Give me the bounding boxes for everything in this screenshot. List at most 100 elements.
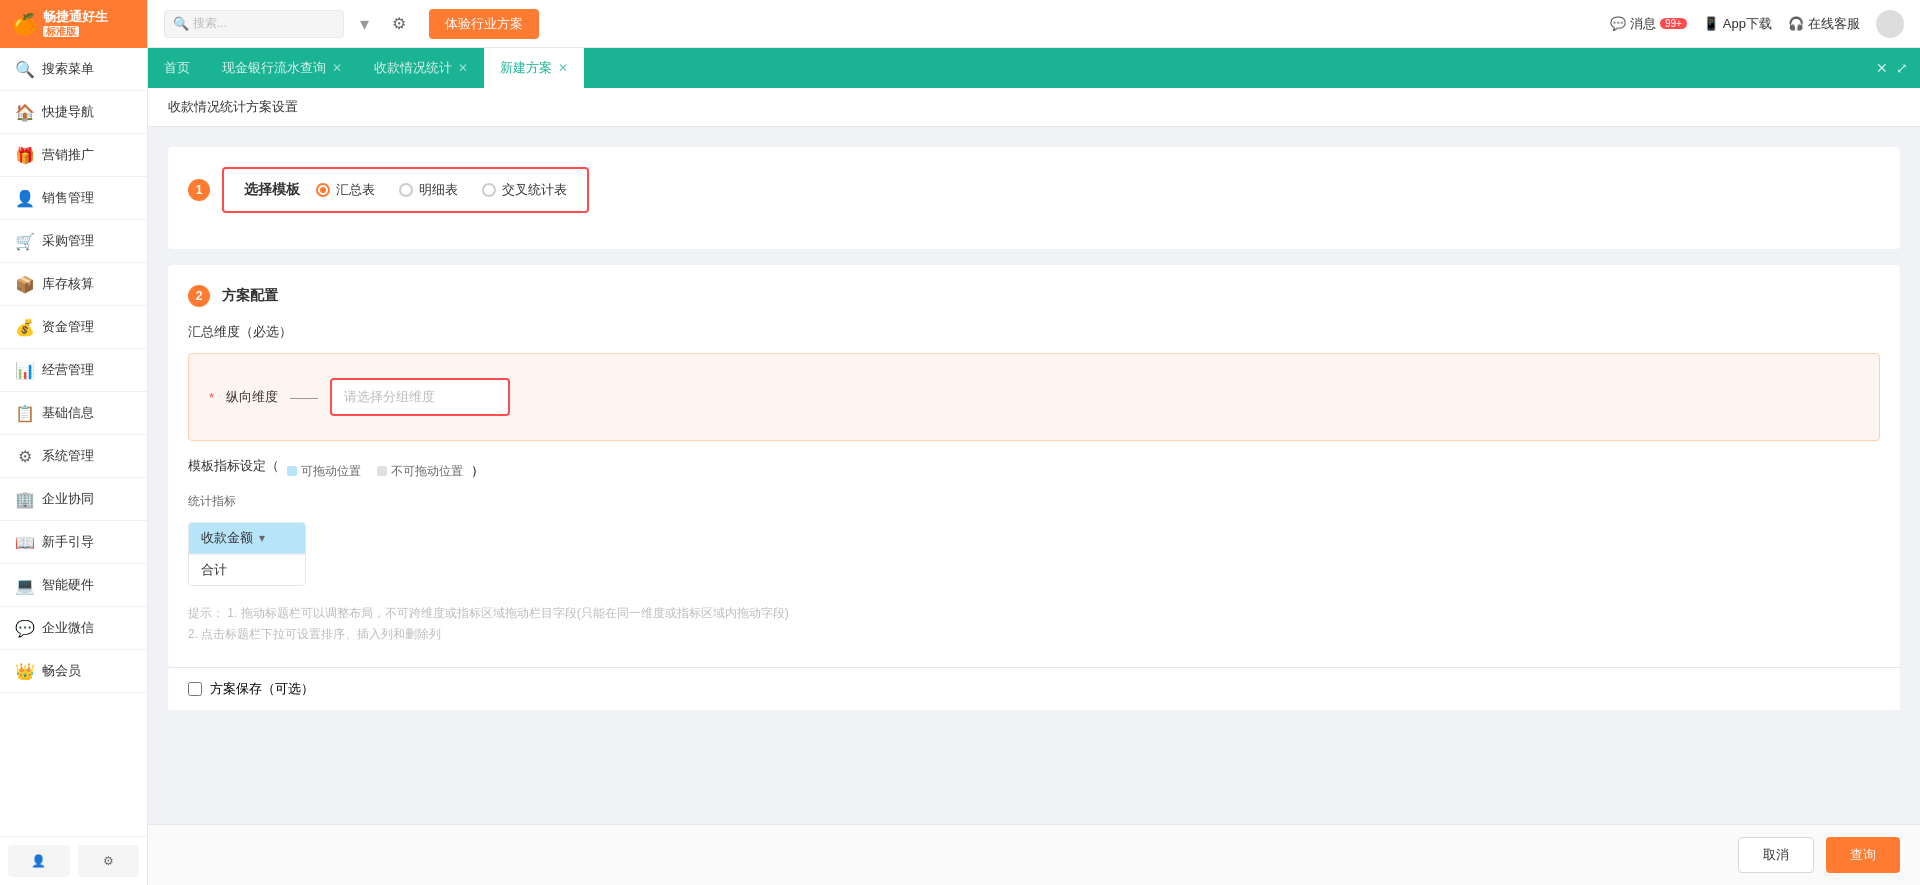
tabbar: 首页 现金银行流水查询 ✕ 收款情况统计 ✕ 新建方案 ✕ ✕ ⤢ xyxy=(148,48,1920,88)
page-body: 1 选择模板 汇总表 明细表 xyxy=(148,127,1920,824)
logo-badge: 标准版 xyxy=(43,26,79,37)
chat-icon: 💬 xyxy=(16,619,34,637)
radio-detail[interactable]: 明细表 xyxy=(399,181,458,199)
sidebar-item-inventory[interactable]: 📦 库存核算 xyxy=(0,263,147,306)
sidebar-bottom-btn1[interactable]: 👤 xyxy=(8,845,70,877)
sidebar-item-system[interactable]: ⚙ 系统管理 xyxy=(0,435,147,478)
book-icon: 📖 xyxy=(16,533,34,551)
sidebar-item-label: 快捷导航 xyxy=(42,103,94,121)
topbar-search[interactable]: 🔍 搜索... xyxy=(164,10,344,38)
sidebar-item-sales[interactable]: 👤 销售管理 xyxy=(0,177,147,220)
money-icon: 💰 xyxy=(16,318,34,336)
step2-badge: 2 xyxy=(188,285,210,307)
sidebar-item-label: 企业协同 xyxy=(42,490,94,508)
topbar-dropdown-icon[interactable]: ▾ xyxy=(360,13,369,35)
page-title: 收款情况统计方案设置 xyxy=(168,99,298,114)
tab-receipts-label: 收款情况统计 xyxy=(374,59,452,77)
tab-home[interactable]: 首页 xyxy=(148,48,206,88)
sidebar-item-corp[interactable]: 🏢 企业协同 xyxy=(0,478,147,521)
sidebar-item-wechat[interactable]: 💬 企业微信 xyxy=(0,607,147,650)
sidebar-item-label: 系统管理 xyxy=(42,447,94,465)
sidebar-item-quicknav[interactable]: 🏠 快捷导航 xyxy=(0,91,147,134)
sidebar-bottom-btn2[interactable]: ⚙ xyxy=(78,845,140,877)
tab-close-all-icon[interactable]: ✕ xyxy=(1876,60,1888,76)
list-icon: 📋 xyxy=(16,404,34,422)
radio-detail-label: 明细表 xyxy=(419,181,458,199)
tab-cashflow[interactable]: 现金银行流水查询 ✕ xyxy=(206,48,358,88)
metrics-title-suffix: ） xyxy=(471,462,484,480)
arrow-icon: —— xyxy=(290,389,318,405)
tab-new-plan[interactable]: 新建方案 ✕ xyxy=(484,48,584,88)
sidebar-item-search[interactable]: 🔍 搜索菜单 xyxy=(0,48,147,91)
search-icon: 🔍 xyxy=(16,60,34,78)
metrics-table-container: 统计指标 收款金额 ▾ 合计 xyxy=(188,493,1880,589)
step1-label: 选择模板 xyxy=(244,181,300,199)
step1-card: 1 选择模板 汇总表 明细表 xyxy=(168,147,1900,249)
save-checkbox[interactable] xyxy=(188,682,202,696)
tip2: 2. 点击标题栏下拉可设置排序、插入列和删除列 xyxy=(188,626,1880,643)
legend-gray-dot xyxy=(377,466,387,476)
step1-badge: 1 xyxy=(188,179,210,201)
cancel-button[interactable]: 取消 xyxy=(1738,837,1814,873)
main-area: 🔍 搜索... ▾ ⚙ 体验行业方案 💬 消息 99+ 📱 App下载 🎧 在线… xyxy=(148,0,1920,885)
stats-label: 统计指标 xyxy=(188,493,306,510)
sidebar-item-label: 畅会员 xyxy=(42,662,81,680)
config-area: * 纵向维度 —— 请选择分组维度 xyxy=(188,353,1880,441)
logo-text: 畅捷通好生 xyxy=(43,9,108,25)
logo-sub: 标准版 xyxy=(43,25,108,39)
service-item[interactable]: 🎧 在线客服 xyxy=(1788,15,1860,33)
sidebar-item-member[interactable]: 👑 畅会员 xyxy=(0,650,147,693)
tips-section: 提示： 1. 拖动标题栏可以调整布局，不可跨维度或指标区域拖动栏目字段(只能在同… xyxy=(188,605,1880,643)
sidebar-item-marketing[interactable]: 🎁 营销推广 xyxy=(0,134,147,177)
sidebar-item-operations[interactable]: 📊 经营管理 xyxy=(0,349,147,392)
topbar-right: 💬 消息 99+ 📱 App下载 🎧 在线客服 xyxy=(1610,10,1904,38)
metrics-legend: 可拖动位置 不可拖动位置 xyxy=(287,463,463,480)
topbar-settings-icon[interactable]: ⚙ xyxy=(385,10,413,38)
sidebar-item-label: 搜索菜单 xyxy=(42,60,94,78)
template-radio-group: 汇总表 明细表 交叉统计表 xyxy=(316,181,567,199)
dim-select-box[interactable]: 请选择分组维度 xyxy=(330,378,510,416)
metrics-table: 收款金额 ▾ 合计 xyxy=(188,522,306,586)
radio-cross[interactable]: 交叉统计表 xyxy=(482,181,567,199)
sidebar-item-label: 智能硬件 xyxy=(42,576,94,594)
step2-row: 2 方案配置 xyxy=(188,285,1880,307)
sidebar-item-label: 新手引导 xyxy=(42,533,94,551)
hardware-icon: 💻 xyxy=(16,576,34,594)
required-star: * xyxy=(209,390,214,405)
box-icon: 📦 xyxy=(16,275,34,293)
metrics-dropdown-icon[interactable]: ▾ xyxy=(259,531,265,545)
tab-cashflow-close[interactable]: ✕ xyxy=(332,61,342,75)
tab-receipts[interactable]: 收款情况统计 ✕ xyxy=(358,48,484,88)
metrics-setting-row: 模板指标设定（ 可拖动位置 不可拖动位置 ） xyxy=(188,457,1880,485)
tabbar-controls: ✕ ⤢ xyxy=(1876,60,1920,76)
logo-icon: 🍊 xyxy=(12,12,37,36)
step2-card: 2 方案配置 汇总维度（必选） * 纵向维度 —— 请选择分组维度 xyxy=(168,265,1900,667)
download-label: App下载 xyxy=(1723,15,1772,33)
home-icon: 🏠 xyxy=(16,103,34,121)
sidebar-item-guide[interactable]: 📖 新手引导 xyxy=(0,521,147,564)
radio-summary[interactable]: 汇总表 xyxy=(316,181,375,199)
footer: 取消 查询 xyxy=(148,824,1920,885)
metrics-header[interactable]: 收款金额 ▾ xyxy=(189,523,305,554)
service-label: 在线客服 xyxy=(1808,15,1860,33)
download-item[interactable]: 📱 App下载 xyxy=(1703,15,1772,33)
sidebar-item-finance[interactable]: 💰 资金管理 xyxy=(0,306,147,349)
avatar[interactable] xyxy=(1876,10,1904,38)
metrics-row: 合计 xyxy=(189,554,305,585)
sidebar-item-basic[interactable]: 📋 基础信息 xyxy=(0,392,147,435)
notification-badge: 99+ xyxy=(1660,18,1687,29)
sidebar-item-label: 采购管理 xyxy=(42,232,94,250)
metrics-row-label: 合计 xyxy=(201,562,227,577)
chart-icon: 📊 xyxy=(16,361,34,379)
sidebar-item-label: 资金管理 xyxy=(42,318,94,336)
tab-receipts-close[interactable]: ✕ xyxy=(458,61,468,75)
trial-btn[interactable]: 体验行业方案 xyxy=(429,9,539,39)
sidebar-item-purchase[interactable]: 🛒 采购管理 xyxy=(0,220,147,263)
tip1: 提示： 1. 拖动标题栏可以调整布局，不可跨维度或指标区域拖动栏目字段(只能在同… xyxy=(188,605,1880,622)
tab-maximize-icon[interactable]: ⤢ xyxy=(1896,60,1908,76)
query-button[interactable]: 查询 xyxy=(1826,837,1900,873)
tab-new-plan-close[interactable]: ✕ xyxy=(558,61,568,75)
message-item[interactable]: 💬 消息 99+ xyxy=(1610,15,1687,33)
template-select-box: 选择模板 汇总表 明细表 xyxy=(222,167,589,213)
sidebar-item-hardware[interactable]: 💻 智能硬件 xyxy=(0,564,147,607)
